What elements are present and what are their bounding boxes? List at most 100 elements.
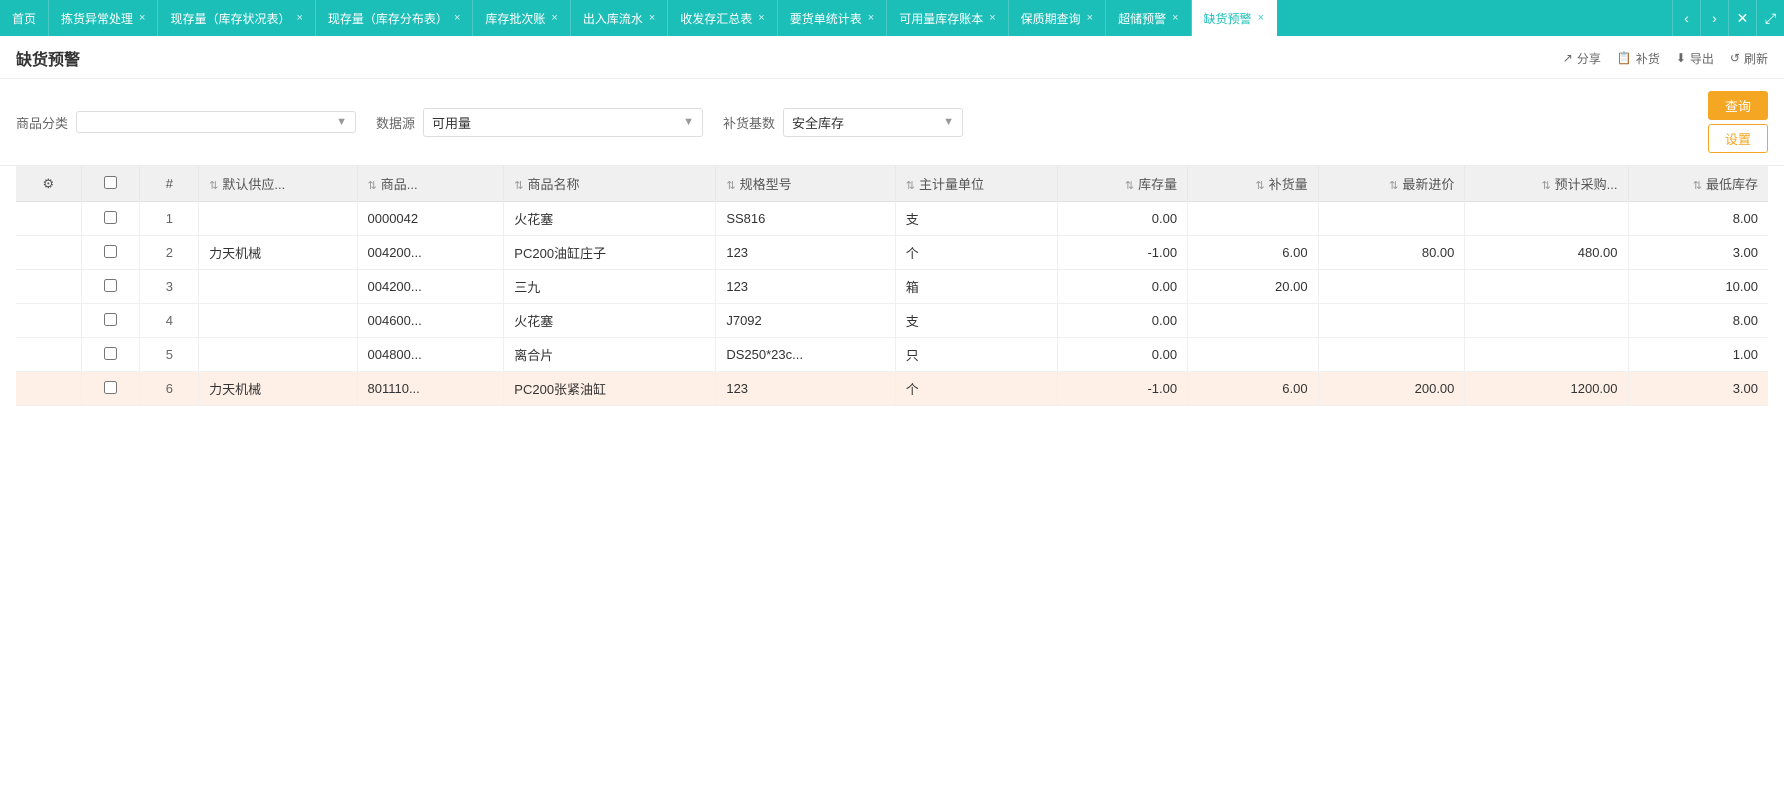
row-checkbox-5[interactable]: [104, 381, 117, 394]
query-button[interactable]: 查询: [1708, 91, 1768, 120]
row-settings-cell: [16, 304, 81, 338]
tab-bar: 首页 拣货异常处理 × 现存量（库存状况表） × 现存量（库存分布表） × 库存…: [0, 0, 1784, 36]
row-unit-cell: 只: [895, 338, 1057, 372]
tab-abnormal[interactable]: 拣货异常处理 ×: [49, 0, 158, 36]
col-header-settings[interactable]: ⚙: [16, 166, 81, 202]
row-checkbox-1[interactable]: [104, 245, 117, 258]
tab-expand-btn[interactable]: ⤢: [1756, 0, 1784, 36]
row-goods-name-cell: 火花塞: [504, 202, 716, 236]
row-min-stock-cell: 3.00: [1628, 372, 1768, 406]
tab-overstock[interactable]: 超储预警 ×: [1106, 0, 1191, 36]
tab-prev-btn[interactable]: ‹: [1672, 0, 1700, 36]
row-num-cell: 3: [140, 270, 199, 304]
row-latest-price-cell: 200.00: [1318, 372, 1465, 406]
filter-area: 商品分类 ▼ 数据源 可用量 ▼ 补货基数 安全库存 ▼ 查询 设置: [0, 79, 1784, 166]
gear-icon: ⚙: [43, 176, 55, 191]
row-est-purchase-cell: 1200.00: [1465, 372, 1628, 406]
tab-close-batch[interactable]: ×: [551, 12, 557, 24]
tab-close-inout-flow[interactable]: ×: [649, 12, 655, 24]
tab-close-stock-status[interactable]: ×: [296, 12, 302, 24]
tab-close-shortage[interactable]: ×: [1258, 12, 1264, 24]
export-button[interactable]: ⬇ 导出: [1676, 50, 1714, 67]
col-header-stock[interactable]: ⇅库存量: [1057, 166, 1187, 202]
tab-close-expiry[interactable]: ×: [1087, 12, 1093, 24]
row-num-cell: 6: [140, 372, 199, 406]
row-checkbox-0[interactable]: [104, 211, 117, 224]
col-header-latest-price[interactable]: ⇅最新进价: [1318, 166, 1465, 202]
row-goods-name-cell: PC200张紧油缸: [504, 372, 716, 406]
tab-stock-dist[interactable]: 现存量（库存分布表） ×: [316, 0, 473, 36]
tab-close-stock-dist[interactable]: ×: [454, 12, 460, 24]
row-settings-cell: [16, 236, 81, 270]
row-checkbox-2[interactable]: [104, 279, 117, 292]
row-checkbox-4[interactable]: [104, 347, 117, 360]
tab-close-recv-summary[interactable]: ×: [758, 12, 764, 24]
tab-batch[interactable]: 库存批次账 ×: [473, 0, 570, 36]
col-header-min-stock[interactable]: ⇅最低库存: [1628, 166, 1768, 202]
col-header-goods-name[interactable]: ⇅商品名称: [504, 166, 716, 202]
tab-recv-summary[interactable]: 收发存汇总表 ×: [668, 0, 777, 36]
row-check-cell[interactable]: [81, 372, 140, 406]
col-header-spec[interactable]: ⇅规格型号: [716, 166, 895, 202]
tab-inout-flow[interactable]: 出入库流水 ×: [571, 0, 668, 36]
settings-button[interactable]: 设置: [1708, 124, 1768, 153]
col-header-supplier[interactable]: ⇅默认供应...: [199, 166, 357, 202]
table-row: 1 0000042 火花塞 SS816 支 0.00 8.00: [16, 202, 1768, 236]
row-check-cell[interactable]: [81, 236, 140, 270]
refresh-button[interactable]: ↺ 刷新: [1730, 50, 1768, 67]
tab-close-avail-ledger[interactable]: ×: [989, 12, 995, 24]
row-unit-cell: 个: [895, 236, 1057, 270]
tab-home[interactable]: 首页: [0, 0, 49, 36]
tab-expiry[interactable]: 保质期查询 ×: [1009, 0, 1106, 36]
col-header-replenish-qty[interactable]: ⇅补货量: [1188, 166, 1318, 202]
row-num-cell: 1: [140, 202, 199, 236]
row-spec-cell: 123: [716, 270, 895, 304]
replenish-base-select[interactable]: 安全库存 ▼: [783, 108, 963, 137]
row-latest-price-cell: [1318, 270, 1465, 304]
row-settings-cell: [16, 372, 81, 406]
tab-close-order-stat[interactable]: ×: [868, 12, 874, 24]
col-header-check[interactable]: [81, 166, 140, 202]
filter-replenish-base: 补货基数 安全库存 ▼: [723, 108, 963, 137]
row-goods-name-cell: 火花塞: [504, 304, 716, 338]
col-header-num: #: [140, 166, 199, 202]
col-header-goods-code[interactable]: ⇅商品...: [357, 166, 504, 202]
share-button[interactable]: ↗ 分享: [1563, 50, 1601, 67]
data-source-label: 数据源: [376, 113, 415, 132]
row-replenish-qty-cell: [1188, 304, 1318, 338]
row-stock-cell: 0.00: [1057, 338, 1187, 372]
select-all-checkbox[interactable]: [104, 176, 117, 189]
row-check-cell[interactable]: [81, 304, 140, 338]
tab-close-abnormal[interactable]: ×: [139, 12, 145, 24]
tab-stock-status[interactable]: 现存量（库存状况表） ×: [158, 0, 315, 36]
row-goods-code-cell: 004600...: [357, 304, 504, 338]
row-replenish-qty-cell: [1188, 338, 1318, 372]
replenish-icon: 📋: [1617, 51, 1632, 65]
tab-order-stat[interactable]: 要货单统计表 ×: [778, 0, 887, 36]
row-est-purchase-cell: [1465, 270, 1628, 304]
replenish-button[interactable]: 📋 补货: [1617, 50, 1660, 67]
goods-category-select[interactable]: ▼: [76, 111, 356, 133]
row-est-purchase-cell: [1465, 304, 1628, 338]
table-row: 2 力天机械 004200... PC200油缸庄子 123 个 -1.00 6…: [16, 236, 1768, 270]
tab-shortage[interactable]: 缺货预警 ×: [1192, 0, 1277, 36]
row-check-cell[interactable]: [81, 338, 140, 372]
row-goods-code-cell: 0000042: [357, 202, 504, 236]
tab-close-overstock[interactable]: ×: [1172, 12, 1178, 24]
col-header-unit[interactable]: ⇅主计量单位: [895, 166, 1057, 202]
data-source-value: 可用量: [432, 113, 471, 132]
row-check-cell[interactable]: [81, 270, 140, 304]
row-checkbox-3[interactable]: [104, 313, 117, 326]
col-header-est-purchase[interactable]: ⇅预计采购...: [1465, 166, 1628, 202]
data-source-select[interactable]: 可用量 ▼: [423, 108, 703, 137]
row-check-cell[interactable]: [81, 202, 140, 236]
row-spec-cell: SS816: [716, 202, 895, 236]
page-content: 缺货预警 ↗ 分享 📋 补货 ⬇ 导出 ↺ 刷新 商品分类: [0, 36, 1784, 796]
row-supplier-cell: [199, 338, 357, 372]
tab-avail-ledger[interactable]: 可用量库存账本 ×: [887, 0, 1008, 36]
row-min-stock-cell: 1.00: [1628, 338, 1768, 372]
row-latest-price-cell: 80.00: [1318, 236, 1465, 270]
row-goods-code-cell: 004200...: [357, 236, 504, 270]
tab-next-btn[interactable]: ›: [1700, 0, 1728, 36]
tab-close-all-btn[interactable]: ✕: [1728, 0, 1756, 36]
